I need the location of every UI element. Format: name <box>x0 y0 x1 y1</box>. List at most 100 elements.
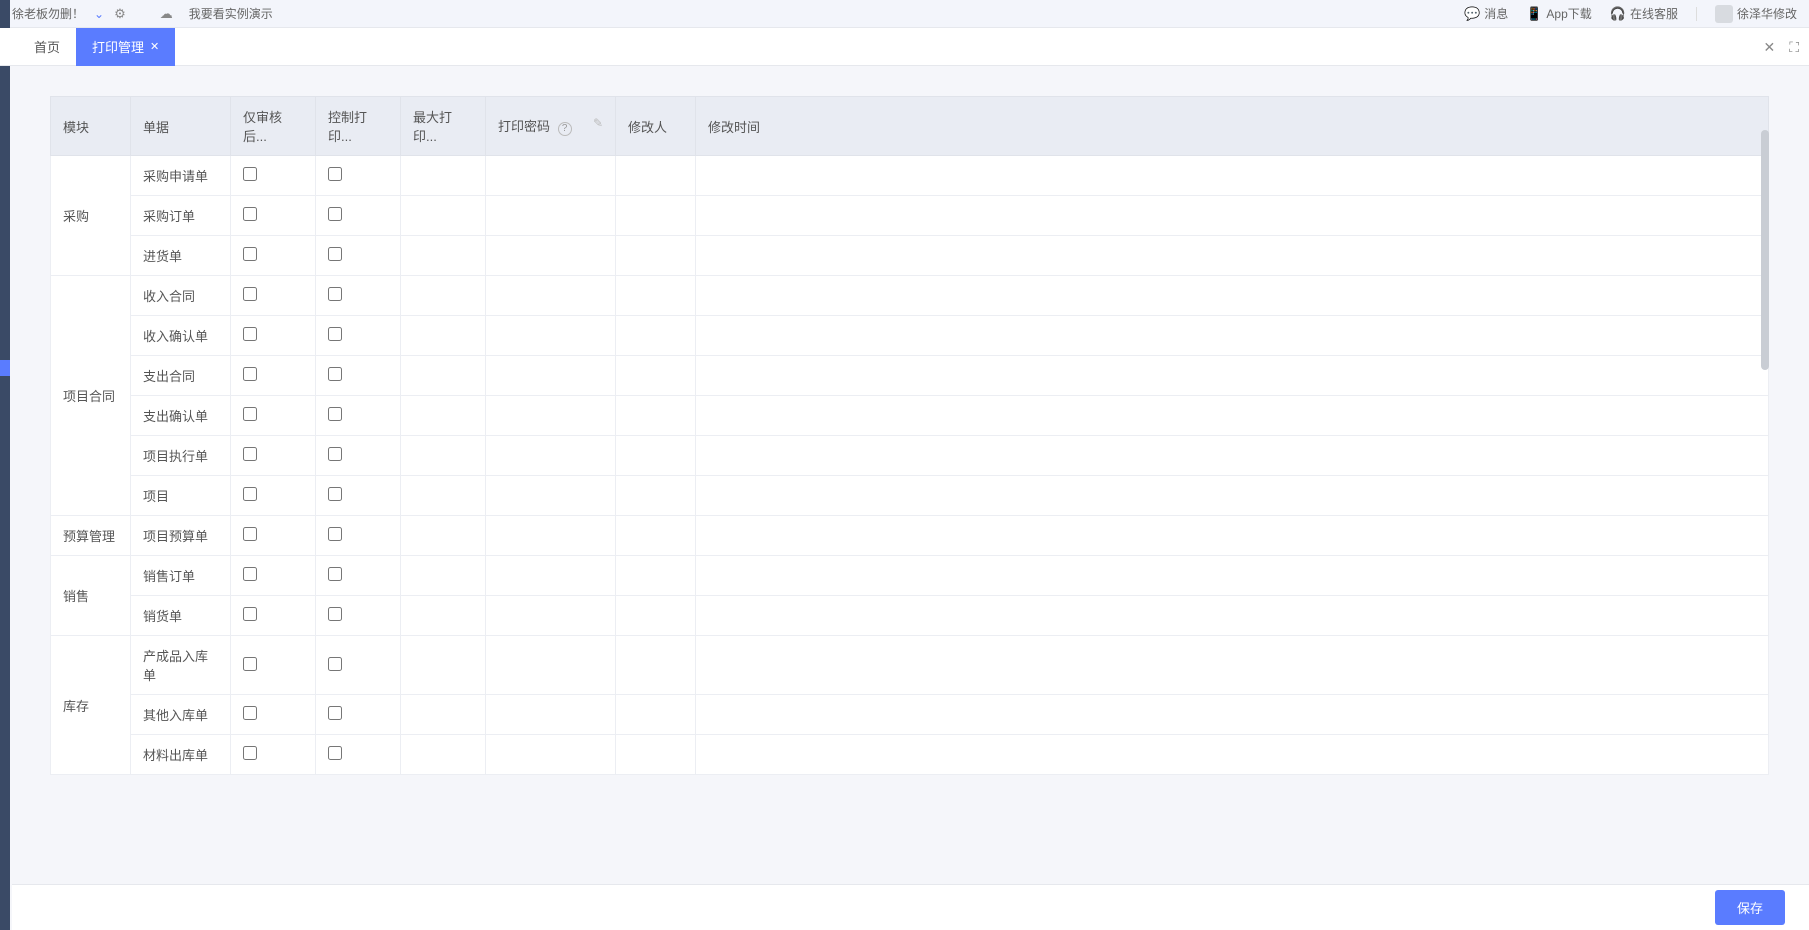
pwd-cell[interactable] <box>486 735 616 775</box>
control-checkbox[interactable] <box>328 167 342 181</box>
audit-cell <box>231 476 316 516</box>
close-icon[interactable]: ✕ <box>150 40 159 53</box>
max-cell[interactable] <box>401 516 486 556</box>
module-cell: 项目合同 <box>51 276 131 516</box>
audit-checkbox[interactable] <box>243 367 257 381</box>
help-icon[interactable]: ? <box>558 122 572 136</box>
pwd-cell[interactable] <box>486 516 616 556</box>
close-all-icon[interactable]: ✕ <box>1763 39 1775 56</box>
fullscreen-icon[interactable]: ⛶ <box>1789 39 1799 56</box>
max-cell[interactable] <box>401 276 486 316</box>
audit-checkbox[interactable] <box>243 706 257 720</box>
max-cell[interactable] <box>401 196 486 236</box>
max-cell[interactable] <box>401 236 486 276</box>
footer-bar: 保存 <box>12 884 1809 930</box>
pwd-cell[interactable] <box>486 695 616 735</box>
modifier-cell <box>616 156 696 196</box>
control-checkbox[interactable] <box>328 746 342 760</box>
max-cell[interactable] <box>401 156 486 196</box>
tab-print-management[interactable]: 打印管理 ✕ <box>76 28 175 66</box>
modtime-cell <box>696 356 1769 396</box>
max-cell[interactable] <box>401 636 486 695</box>
audit-cell <box>231 695 316 735</box>
audit-checkbox[interactable] <box>243 407 257 421</box>
max-cell[interactable] <box>401 695 486 735</box>
control-checkbox[interactable] <box>328 207 342 221</box>
control-checkbox[interactable] <box>328 247 342 261</box>
pwd-cell[interactable] <box>486 636 616 695</box>
user-menu[interactable]: 徐泽华修改 <box>1715 5 1797 23</box>
max-cell[interactable] <box>401 436 486 476</box>
company-dropdown-label[interactable]: 徐老板勿删！ <box>12 5 84 22</box>
messages-label: 消息 <box>1484 5 1508 22</box>
audit-checkbox[interactable] <box>243 207 257 221</box>
control-checkbox[interactable] <box>328 487 342 501</box>
control-checkbox[interactable] <box>328 657 342 671</box>
max-cell[interactable] <box>401 556 486 596</box>
pwd-cell[interactable] <box>486 356 616 396</box>
audit-checkbox[interactable] <box>243 527 257 541</box>
audit-checkbox[interactable] <box>243 287 257 301</box>
sidebar-expand-handle[interactable] <box>0 360 10 376</box>
edit-icon[interactable]: ✎ <box>593 116 603 130</box>
audit-checkbox[interactable] <box>243 607 257 621</box>
audit-checkbox[interactable] <box>243 746 257 760</box>
pwd-cell[interactable] <box>486 396 616 436</box>
save-button[interactable]: 保存 <box>1715 890 1785 925</box>
control-checkbox[interactable] <box>328 527 342 541</box>
audit-cell <box>231 436 316 476</box>
audit-checkbox[interactable] <box>243 167 257 181</box>
control-cell <box>316 356 401 396</box>
bill-cell: 收入确认单 <box>131 316 231 356</box>
col-pwd-label: 打印密码 <box>498 119 550 134</box>
pwd-cell[interactable] <box>486 156 616 196</box>
modifier-cell <box>616 436 696 476</box>
pwd-cell[interactable] <box>486 436 616 476</box>
gear-icon[interactable]: ⚙ <box>114 6 126 22</box>
messages-link[interactable]: 💬 消息 <box>1464 5 1508 22</box>
pwd-cell[interactable] <box>486 556 616 596</box>
pwd-cell[interactable] <box>486 316 616 356</box>
audit-checkbox[interactable] <box>243 487 257 501</box>
control-checkbox[interactable] <box>328 607 342 621</box>
demo-link[interactable]: 我要看实例演示 <box>189 5 273 22</box>
max-cell[interactable] <box>401 396 486 436</box>
table-row: 项目 <box>51 476 1769 516</box>
control-checkbox[interactable] <box>328 706 342 720</box>
control-checkbox[interactable] <box>328 287 342 301</box>
customer-service-link[interactable]: 🎧 在线客服 <box>1610 5 1678 22</box>
bill-cell: 支出确认单 <box>131 396 231 436</box>
pwd-cell[interactable] <box>486 196 616 236</box>
audit-checkbox[interactable] <box>243 327 257 341</box>
control-checkbox[interactable] <box>328 367 342 381</box>
tab-home[interactable]: 首页 <box>18 28 76 66</box>
chevron-down-icon[interactable]: ⌄ <box>94 7 104 21</box>
pwd-cell[interactable] <box>486 596 616 636</box>
pwd-cell[interactable] <box>486 476 616 516</box>
modifier-cell <box>616 316 696 356</box>
tab-active-label: 打印管理 <box>92 37 144 56</box>
max-cell[interactable] <box>401 596 486 636</box>
control-checkbox[interactable] <box>328 567 342 581</box>
audit-checkbox[interactable] <box>243 247 257 261</box>
pwd-cell[interactable] <box>486 236 616 276</box>
control-checkbox[interactable] <box>328 447 342 461</box>
modtime-cell <box>696 436 1769 476</box>
max-cell[interactable] <box>401 316 486 356</box>
audit-checkbox[interactable] <box>243 567 257 581</box>
modifier-cell <box>616 735 696 775</box>
max-cell[interactable] <box>401 735 486 775</box>
control-checkbox[interactable] <box>328 407 342 421</box>
max-cell[interactable] <box>401 356 486 396</box>
max-cell[interactable] <box>401 476 486 516</box>
col-modifier: 修改人 <box>616 97 696 156</box>
audit-checkbox[interactable] <box>243 657 257 671</box>
col-bill: 单据 <box>131 97 231 156</box>
audit-checkbox[interactable] <box>243 447 257 461</box>
app-download-link[interactable]: 📱 App下载 <box>1526 5 1592 22</box>
pwd-cell[interactable] <box>486 276 616 316</box>
vertical-scrollbar[interactable] <box>1761 130 1769 370</box>
audit-cell <box>231 276 316 316</box>
audit-cell <box>231 396 316 436</box>
control-checkbox[interactable] <box>328 327 342 341</box>
